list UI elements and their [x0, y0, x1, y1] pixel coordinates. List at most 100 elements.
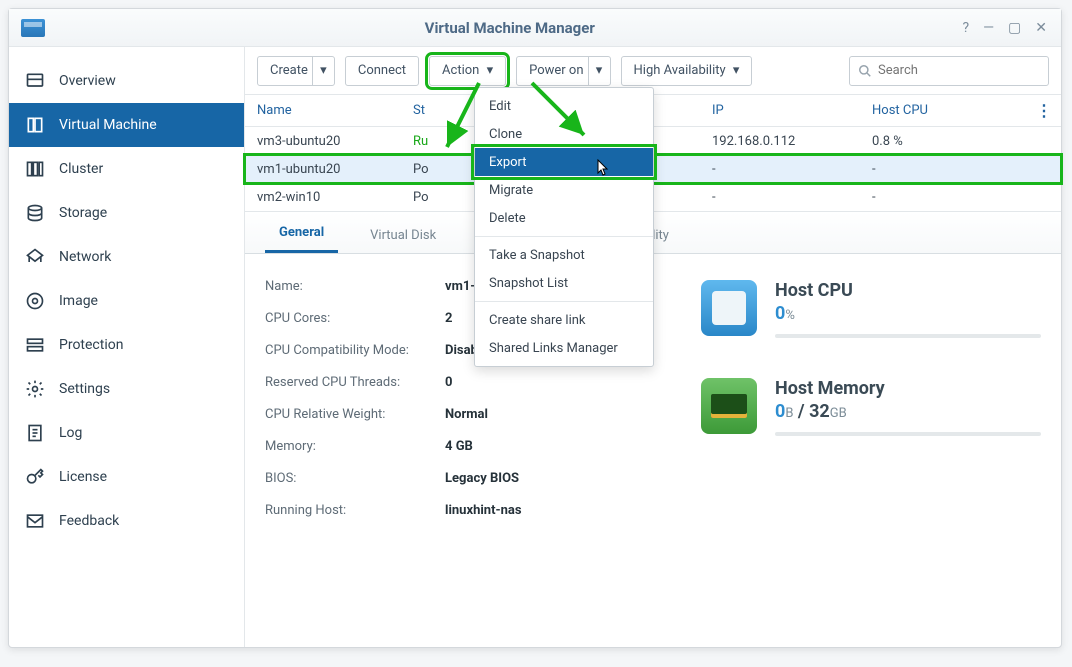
host-memory-total: 32 [809, 401, 830, 422]
host-memory-total-unit: GB [830, 406, 847, 421]
tab-virtual-disk[interactable]: Virtual Disk [356, 218, 450, 253]
host-cpu-stat: Host CPU 0% [701, 280, 1041, 338]
sidebar-item-label: Virtual Machine [59, 117, 157, 133]
cell-cpu: - [872, 190, 1049, 205]
host-cpu-bar [775, 334, 1041, 338]
poweron-button[interactable]: Power on ▾ [516, 56, 610, 86]
host-cpu-unit: % [785, 308, 795, 323]
sidebar-item-feedback[interactable]: Feedback [9, 499, 244, 543]
sidebar-item-log[interactable]: Log [9, 411, 244, 455]
search-box[interactable] [849, 56, 1049, 86]
host-memory-unit: B [785, 406, 793, 421]
sidebar-item-label: Cluster [59, 161, 103, 177]
cell-name: vm3-ubuntu20 [257, 134, 413, 149]
sidebar-item-label: License [59, 469, 107, 485]
tab-general[interactable]: General [265, 215, 338, 253]
sidebar-icon [25, 247, 45, 267]
host-memory-value: 0 [775, 401, 785, 422]
caret-down-icon[interactable]: ▾ [312, 57, 334, 85]
sidebar-item-storage[interactable]: Storage [9, 191, 244, 235]
sidebar-item-protection[interactable]: Protection [9, 323, 244, 367]
sidebar-item-network[interactable]: Network [9, 235, 244, 279]
detail-value: linuxhint-nas [445, 503, 522, 518]
detail-row: Running Host:linuxhint-nas [265, 494, 671, 526]
sidebar: Overview Virtual Machine Cluster Storage Net… [9, 47, 245, 647]
menu-item-create-share-link[interactable]: Create share link [475, 306, 653, 334]
host-cpu-title: Host CPU [775, 280, 1041, 301]
menu-item-clone[interactable]: Clone [475, 120, 653, 148]
connect-button[interactable]: Connect [345, 56, 419, 86]
search-icon [858, 64, 872, 78]
memory-icon [701, 378, 757, 434]
host-cpu-value: 0 [775, 303, 785, 324]
menu-item-take-a-snapshot[interactable]: Take a Snapshot [475, 241, 653, 269]
sidebar-item-label: Log [59, 425, 82, 441]
detail-row: CPU Relative Weight:Normal [265, 398, 671, 430]
sidebar-icon [25, 511, 45, 531]
sidebar-item-label: Protection [59, 337, 123, 353]
detail-row: Memory:4 GB [265, 430, 671, 462]
sidebar-icon [25, 291, 45, 311]
detail-key: Reserved CPU Threads: [265, 375, 445, 390]
detail-value: 0 [445, 375, 452, 390]
sidebar-item-label: Storage [59, 205, 107, 221]
action-menu: EditCloneExportMigrateDelete Take a Snaps… [474, 87, 654, 367]
menu-item-snapshot-list[interactable]: Snapshot List [475, 269, 653, 297]
detail-row: Reserved CPU Threads:0 [265, 366, 671, 398]
high-availability-button[interactable]: High Availability ▾ [621, 56, 753, 86]
menu-item-delete[interactable]: Delete [475, 204, 653, 232]
sidebar-item-image[interactable]: Image [9, 279, 244, 323]
sidebar-icon [25, 203, 45, 223]
detail-key: CPU Compatibility Mode: [265, 343, 445, 358]
sidebar-item-settings[interactable]: Settings [9, 367, 244, 411]
cell-ip: - [712, 162, 872, 177]
action-button[interactable]: Action ▾ [429, 56, 506, 86]
menu-separator [475, 236, 653, 237]
menu-item-shared-links-manager[interactable]: Shared Links Manager [475, 334, 653, 362]
cell-name: vm1-ubuntu20 [257, 162, 413, 177]
host-memory-title: Host Memory [775, 378, 1041, 399]
col-name[interactable]: Name [257, 103, 413, 118]
col-ip[interactable]: IP [712, 103, 872, 118]
detail-row: BIOS:Legacy BIOS [265, 462, 671, 494]
create-label: Create [270, 63, 308, 78]
titlebar: Virtual Machine Manager ? — ▢ ✕ [9, 9, 1061, 47]
detail-key: Name: [265, 279, 445, 294]
ha-label: High Availability [634, 63, 726, 78]
help-icon[interactable]: ? [962, 21, 969, 35]
detail-value: 2 [445, 311, 452, 326]
search-input[interactable] [878, 63, 1044, 78]
col-cpu[interactable]: Host CPU [872, 103, 1049, 118]
close-icon[interactable]: ✕ [1035, 21, 1047, 35]
sidebar-item-overview[interactable]: Overview [9, 59, 244, 103]
sidebar-icon [25, 423, 45, 443]
cpu-icon [701, 280, 757, 336]
sidebar-icon [25, 379, 45, 399]
detail-key: Running Host: [265, 503, 445, 518]
detail-value: Legacy BIOS [445, 471, 519, 486]
poweron-label: Power on [529, 63, 583, 78]
sidebar-icon [25, 467, 45, 487]
menu-item-export[interactable]: Export [475, 148, 653, 176]
menu-item-edit[interactable]: Edit [475, 92, 653, 120]
sidebar-item-label: Settings [59, 381, 110, 397]
sidebar-item-virtual-machine[interactable]: Virtual Machine [9, 103, 244, 147]
minimize-icon[interactable]: — [983, 21, 994, 35]
cell-cpu: - [872, 162, 1049, 177]
menu-item-migrate[interactable]: Migrate [475, 176, 653, 204]
menu-separator [475, 301, 653, 302]
detail-key: CPU Cores: [265, 311, 445, 326]
detail-value: 4 GB [445, 439, 473, 454]
sidebar-item-license[interactable]: License [9, 455, 244, 499]
host-memory-stat: Host Memory 0B / 32GB [701, 378, 1041, 436]
create-button[interactable]: Create ▾ [257, 56, 335, 86]
table-more-icon[interactable]: ⋮ [1036, 101, 1053, 120]
sidebar-icon [25, 115, 45, 135]
sidebar-icon [25, 335, 45, 355]
caret-down-icon[interactable]: ▾ [588, 57, 610, 85]
cell-ip: - [712, 190, 872, 205]
sidebar-item-cluster[interactable]: Cluster [9, 147, 244, 191]
cell-ip: 192.168.0.112 [712, 134, 872, 149]
maximize-icon[interactable]: ▢ [1008, 21, 1021, 35]
app-icon [21, 19, 45, 37]
